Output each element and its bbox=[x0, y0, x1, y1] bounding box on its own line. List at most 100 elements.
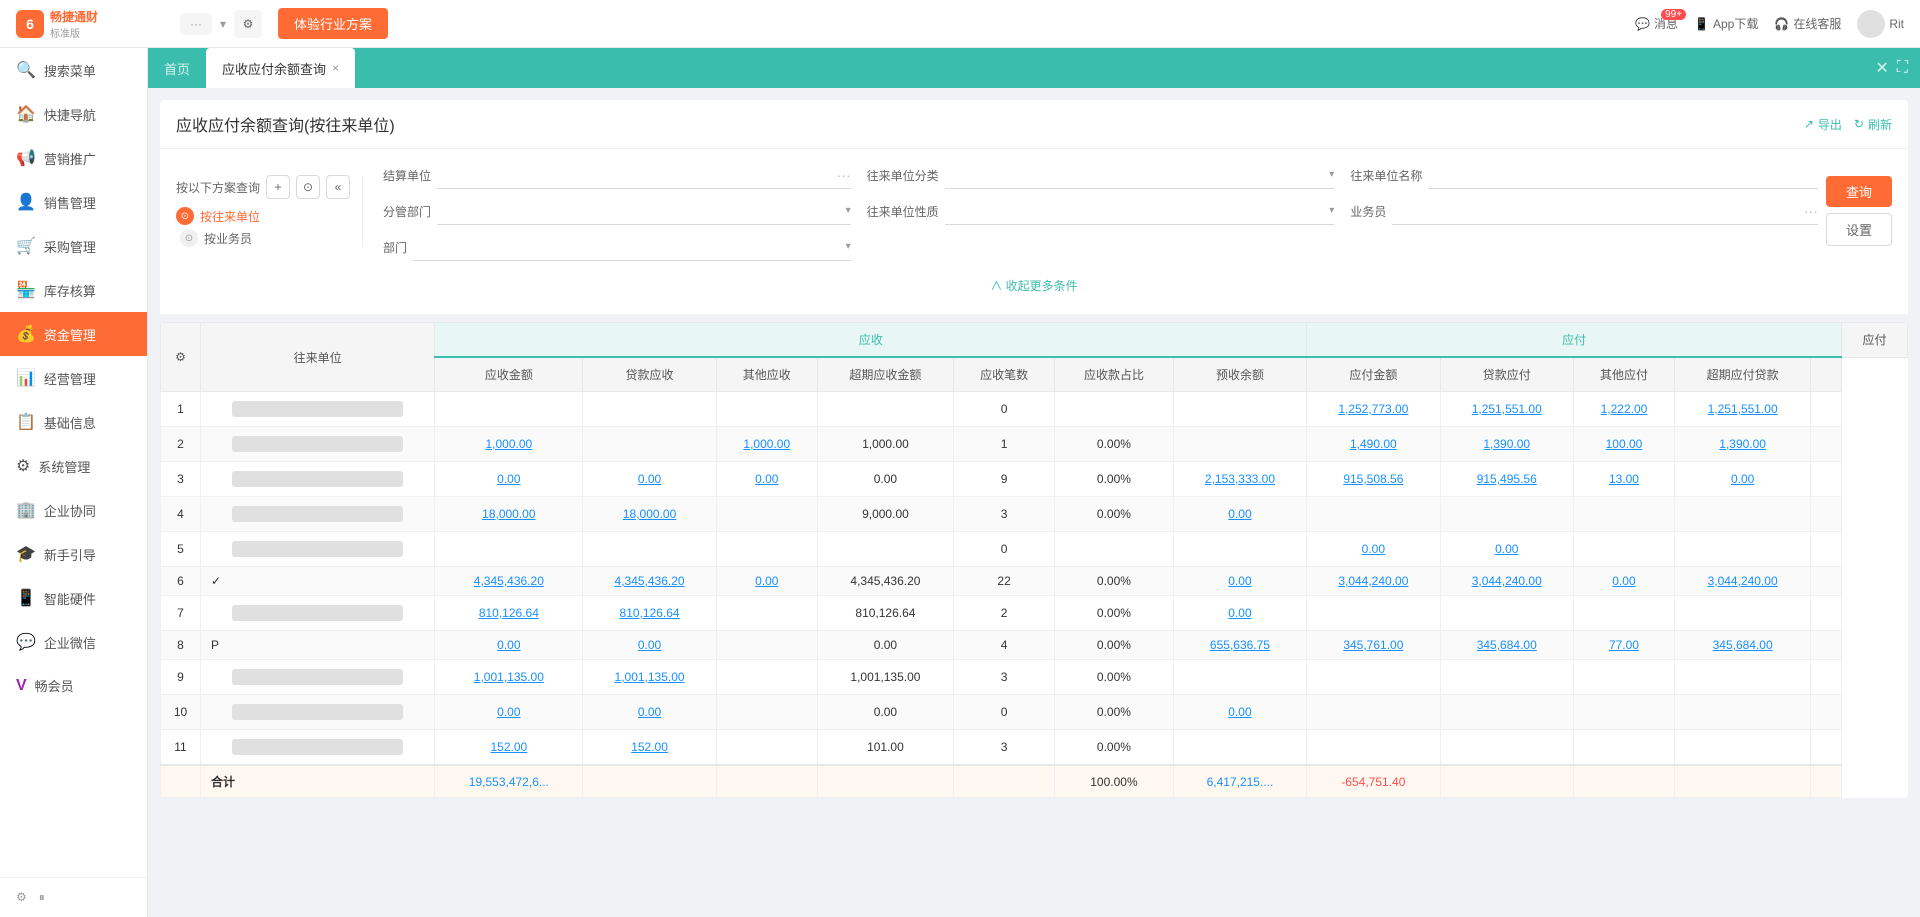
sidebar-item-enterprise[interactable]: 🏢 企业协同 bbox=[0, 488, 147, 532]
sidebar-label-system: 系统管理 bbox=[38, 457, 90, 476]
unit-nature-label: 往来单位性质 bbox=[867, 203, 939, 220]
sidebar-label-guide: 新手引导 bbox=[44, 545, 96, 564]
tab-close-icon[interactable]: × bbox=[332, 61, 339, 75]
sidebar-collapse-icon[interactable]: ⏸ bbox=[39, 890, 45, 905]
unit-nature-caret: ▾ bbox=[1329, 205, 1334, 216]
sidebar-item-quicknav[interactable]: 🏠 快捷导航 bbox=[0, 92, 147, 136]
table-row: 418,000.0018,000.009,000.0030.00%0.00 bbox=[161, 497, 1908, 532]
sidebar-item-sales[interactable]: 👤 销售管理 bbox=[0, 180, 147, 224]
export-button[interactable]: ↗ 导出 bbox=[1804, 116, 1842, 133]
sidebar-item-business[interactable]: 📊 经营管理 bbox=[0, 356, 147, 400]
filter-by-partner[interactable]: ⊙ 按往来单位 bbox=[176, 207, 260, 225]
settlement-unit-input[interactable] bbox=[437, 161, 837, 189]
total-overdue-amount bbox=[817, 765, 953, 798]
tab-current[interactable]: 应收应付余额查询 × bbox=[206, 48, 355, 88]
message-badge: 99+ bbox=[1661, 9, 1686, 20]
filter-collapse-btn[interactable]: « bbox=[326, 175, 350, 199]
filter-mode-label: 按以下方案查询 bbox=[176, 179, 260, 196]
th-receivable-group: 应收 bbox=[435, 323, 1307, 358]
partner-cell bbox=[201, 497, 435, 532]
sidebar-item-guide[interactable]: 🎓 新手引导 bbox=[0, 532, 147, 576]
th-other-receivable: 其他应收 bbox=[716, 357, 817, 392]
sidebar-settings-icon[interactable]: ⚙ bbox=[16, 890, 27, 905]
sidebar-label-purchase: 采购管理 bbox=[44, 237, 96, 256]
filter-by-salesperson[interactable]: ⊙ 按业务员 bbox=[176, 229, 252, 247]
sidebar-item-finance[interactable]: 💰 资金管理 bbox=[0, 312, 147, 356]
salesperson-filter-icon: ⊙ bbox=[180, 229, 198, 247]
export-icon: ↗ bbox=[1804, 117, 1814, 131]
total-loan-payable bbox=[1440, 765, 1573, 798]
sidebar-item-wechat[interactable]: 💬 企业微信 bbox=[0, 620, 147, 664]
tabs-right-actions: ✕ ⛶ bbox=[1875, 58, 1920, 78]
nav-breadcrumb: ··· ▾ ⚙ 体验行业方案 bbox=[180, 8, 1635, 39]
query-buttons: 查询 设置 bbox=[1826, 176, 1892, 246]
gear-button[interactable]: ⚙ bbox=[234, 10, 262, 38]
partner-cell bbox=[201, 532, 435, 567]
sidebar-item-vip[interactable]: V 畅会员 bbox=[0, 664, 147, 707]
total-payable-amount: -654,751.40 bbox=[1307, 765, 1440, 798]
sales-icon: 👤 bbox=[16, 192, 36, 212]
top-bar: 6 畅捷通财 标准版 ··· ▾ ⚙ 体验行业方案 💬 消息 99+ 📱 App… bbox=[0, 0, 1920, 48]
dept-mgr-caret: ▾ bbox=[846, 205, 851, 216]
sidebar-bottom: ⚙ ⏸ bbox=[0, 877, 147, 917]
business-icon: 📊 bbox=[16, 368, 36, 388]
dept-caret: ▾ bbox=[846, 241, 851, 252]
unit-nature-select[interactable]: ▾ bbox=[945, 197, 1335, 225]
sidebar-item-inventory[interactable]: 🏪 库存核算 bbox=[0, 268, 147, 312]
th-receivable-count: 应收笔数 bbox=[954, 357, 1055, 392]
th-payable-extra: 应付 bbox=[1841, 323, 1907, 358]
sidebar-item-system[interactable]: ⚙ 系统管理 bbox=[0, 444, 147, 488]
salesperson-field-input[interactable] bbox=[1392, 197, 1804, 225]
sidebar-label-marketing: 营销推广 bbox=[44, 149, 96, 168]
total-other-payable bbox=[1573, 765, 1674, 798]
table-scroll-area[interactable]: ⚙ 往来单位 应收 应付 应付 应收金额 贷款应收 其他应收 超期应收金额 bbox=[160, 322, 1908, 798]
settlement-unit-ellipsis[interactable]: ··· bbox=[837, 167, 851, 183]
inventory-icon: 🏪 bbox=[16, 280, 36, 300]
th-settings[interactable]: ⚙ bbox=[161, 323, 201, 392]
th-loan-receivable: 贷款应收 bbox=[583, 357, 716, 392]
salesperson-ellipsis[interactable]: ··· bbox=[1804, 203, 1818, 219]
tab-expand-btn[interactable]: ⛶ bbox=[1897, 59, 1908, 77]
dept-select[interactable]: ▾ bbox=[413, 233, 851, 261]
message-btn[interactable]: 💬 消息 99+ bbox=[1635, 15, 1678, 32]
salesperson-field-label: 业务员 bbox=[1350, 203, 1386, 220]
dept-mgr-select[interactable]: ▾ bbox=[437, 197, 851, 225]
filter-unit-name: 往来单位名称 bbox=[1350, 161, 1818, 189]
enterprise-icon: 🏢 bbox=[16, 500, 36, 520]
th-payable-group: 应付 bbox=[1307, 323, 1842, 358]
tab-home[interactable]: 首页 bbox=[148, 48, 206, 88]
service-btn[interactable]: 🎧 在线客服 bbox=[1774, 15, 1841, 32]
filter-add-btn[interactable]: + bbox=[266, 175, 290, 199]
promo-button[interactable]: 体验行业方案 bbox=[278, 8, 388, 39]
sidebar-item-basicinfo[interactable]: 📋 基础信息 bbox=[0, 400, 147, 444]
th-receivable-amount: 应收金额 bbox=[435, 357, 583, 392]
wechat-icon: 💬 bbox=[16, 632, 36, 652]
tab-close-window-btn[interactable]: ✕ bbox=[1875, 58, 1888, 78]
partner-cell: ✓ bbox=[201, 567, 435, 596]
total-other-receivable bbox=[716, 765, 817, 798]
refresh-button[interactable]: ↻ 刷新 bbox=[1854, 116, 1892, 133]
unit-name-input[interactable] bbox=[1428, 161, 1818, 189]
query-button[interactable]: 查询 bbox=[1826, 176, 1892, 207]
collapse-more-btn[interactable]: ∧ 收起更多条件 bbox=[176, 269, 1892, 302]
smarthw-icon: 📱 bbox=[16, 588, 36, 608]
table-row: 7810,126.64810,126.64810,126.6420.00%0.0… bbox=[161, 596, 1908, 631]
sidebar-item-marketing[interactable]: 📢 营销推广 bbox=[0, 136, 147, 180]
th-overdue-payable: 超期应付贷款 bbox=[1675, 357, 1811, 392]
collapse-icon: ∧ bbox=[990, 279, 1005, 293]
top-right-area: 💬 消息 99+ 📱 App下载 🎧 在线客服 Rit bbox=[1635, 10, 1904, 38]
unit-category-select[interactable]: ▾ bbox=[945, 161, 1335, 189]
tabs-bar: 首页 应收应付余额查询 × ✕ ⛶ bbox=[148, 48, 1920, 88]
sidebar-item-smarthw[interactable]: 📱 智能硬件 bbox=[0, 576, 147, 620]
nav-path[interactable]: ··· bbox=[180, 13, 212, 35]
sidebar-label-vip: 畅会员 bbox=[35, 676, 74, 695]
page-header-actions: ↗ 导出 ↻ 刷新 bbox=[1804, 116, 1892, 133]
user-area[interactable]: Rit bbox=[1857, 10, 1904, 38]
sidebar-item-search[interactable]: 🔍 搜索菜单 bbox=[0, 48, 147, 92]
sidebar-item-purchase[interactable]: 🛒 采购管理 bbox=[0, 224, 147, 268]
table-settings-icon[interactable]: ⚙ bbox=[175, 350, 186, 364]
app-download-btn[interactable]: 📱 App下载 bbox=[1694, 15, 1758, 32]
nav-dropdown-icon[interactable]: ▾ bbox=[220, 17, 226, 31]
filter-options-btn[interactable]: ⊙ bbox=[296, 175, 320, 199]
setting-button[interactable]: 设置 bbox=[1826, 213, 1892, 246]
